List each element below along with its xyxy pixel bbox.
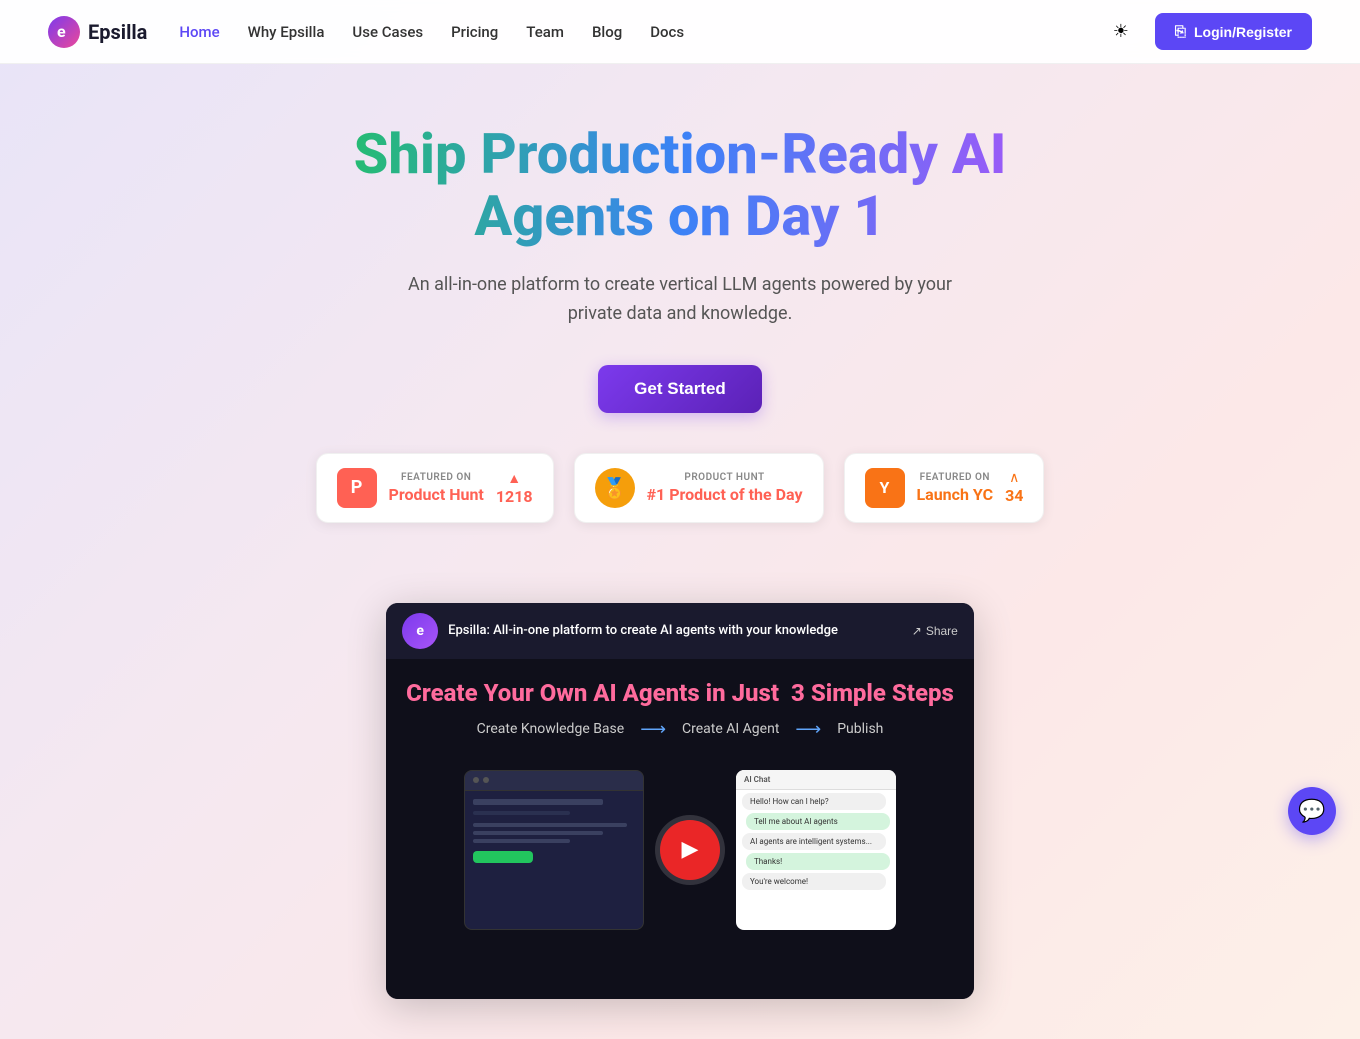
step1-arrow-icon: ⟶ — [640, 719, 666, 740]
video-section: e Epsilla: All-in-one platform to create… — [366, 603, 994, 999]
chat-messages: Hello! How can I help? Tell me about AI … — [736, 793, 896, 890]
step1-label: Create Knowledge Base — [477, 721, 625, 737]
mockup-bar-left — [465, 771, 643, 791]
chat-msg-3: AI agents are intelligent systems... — [742, 833, 886, 850]
pod-label-main: #1 Product of the Day — [647, 485, 803, 504]
nav-home[interactable]: Home — [179, 23, 219, 41]
navbar-right: ☀ ⎘ Login/Register — [1103, 13, 1312, 50]
hero-title: Ship Production-Ready AI Agents on Day 1 — [300, 124, 1060, 247]
navbar-left: e Epsilla Home Why Epsilla Use Cases Pri… — [48, 16, 684, 48]
login-label: Login/Register — [1194, 24, 1292, 40]
mock-line-3 — [473, 823, 627, 827]
badge-launch-yc[interactable]: Y FEATURED ON Launch YC ∧ 34 — [844, 453, 1045, 523]
mock-line-5 — [473, 839, 570, 843]
ph-letter: P — [351, 477, 363, 498]
dot1 — [473, 777, 479, 783]
yc-count: 34 — [1005, 486, 1023, 505]
play-button[interactable]: ▶ — [660, 820, 720, 880]
hero-section: Ship Production-Ready AI Agents on Day 1… — [0, 0, 1360, 1039]
nav-use-cases[interactable]: Use Cases — [352, 23, 423, 41]
badge-row: P FEATURED ON Product Hunt ▲ 1218 🏅 PROD… — [300, 453, 1060, 523]
chat-widget-icon: 💬 — [1298, 799, 1325, 824]
nav-pricing[interactable]: Pricing — [451, 23, 498, 41]
step2-arrow-icon: ⟶ — [795, 719, 821, 740]
chat-msg-5: You're welcome! — [742, 873, 886, 890]
yc-count-group: ∧ 34 — [1005, 470, 1023, 505]
video-header: e Epsilla: All-in-one platform to create… — [386, 603, 974, 659]
share-icon: ↗ — [912, 624, 922, 638]
pod-label-small: PRODUCT HUNT — [647, 472, 803, 483]
login-register-button[interactable]: ⎘ Login/Register — [1155, 13, 1312, 50]
yc-label-small: FEATURED ON — [917, 472, 994, 483]
video-title: Epsilla: All-in-one platform to create A… — [448, 623, 902, 638]
pod-text-group: PRODUCT HUNT #1 Product of the Day — [647, 472, 803, 504]
logo[interactable]: e Epsilla — [48, 16, 147, 48]
chat-header-text: AI Chat — [744, 775, 770, 784]
logo-icon: e — [48, 16, 80, 48]
ph-count-group: ▲ 1218 — [496, 470, 533, 506]
nav-links: Home Why Epsilla Use Cases Pricing Team … — [179, 23, 684, 41]
theme-toggle-button[interactable]: ☀ — [1103, 14, 1139, 50]
sun-icon: ☀ — [1113, 21, 1129, 42]
yc-arrow-icon: ∧ — [1009, 470, 1019, 486]
login-icon: ⎘ — [1175, 23, 1186, 40]
step3-label: Publish — [837, 721, 883, 737]
mock-btn — [473, 851, 533, 863]
badge-product-of-day[interactable]: 🏅 PRODUCT HUNT #1 Product of the Day — [574, 453, 824, 523]
step2-label: Create AI Agent — [682, 721, 779, 737]
channel-initial: e — [416, 623, 424, 639]
badge-product-hunt[interactable]: P FEATURED ON Product Hunt ▲ 1218 — [316, 453, 554, 523]
dot2 — [483, 777, 489, 783]
chat-msg-1: Hello! How can I help? — [742, 793, 886, 810]
mock-line-4 — [473, 831, 603, 835]
logo-text: Epsilla — [88, 20, 147, 44]
chat-header: AI Chat — [736, 770, 896, 790]
ph-label-small: FEATURED ON — [389, 472, 484, 483]
ph-label-main: Product Hunt — [389, 485, 484, 504]
mock-line-2 — [473, 811, 570, 815]
video-steps: Create Knowledge Base ⟶ Create AI Agent … — [477, 719, 884, 740]
mockup-form-screenshot — [464, 770, 644, 930]
chat-msg-2: Tell me about AI agents — [746, 813, 890, 830]
mockup-chat-screenshot: AI Chat Hello! How can I help? Tell me a… — [736, 770, 896, 930]
hero-subtitle: An all-in-one platform to create vertica… — [300, 271, 1060, 329]
navbar: e Epsilla Home Why Epsilla Use Cases Pri… — [0, 0, 1360, 64]
video-inner-text: Create Your Own AI Agents in Just — [406, 679, 779, 707]
yc-label-main: Launch YC — [917, 485, 994, 504]
video-player[interactable]: e Epsilla: All-in-one platform to create… — [386, 603, 974, 999]
ph-arrow-icon: ▲ — [507, 470, 521, 487]
video-inner-highlight: 3 Simple Steps — [791, 679, 954, 707]
yc-text-group: FEATURED ON Launch YC — [917, 472, 994, 504]
yc-letter: Y — [880, 478, 890, 497]
hero-content: Ship Production-Ready AI Agents on Day 1… — [280, 64, 1080, 603]
share-label: Share — [926, 624, 958, 638]
video-inner-title: Create Your Own AI Agents in Just 3 Simp… — [406, 679, 954, 707]
hero-subtitle-line2: private data and knowledge. — [568, 303, 793, 324]
nav-docs[interactable]: Docs — [650, 23, 684, 41]
product-hunt-icon: P — [337, 468, 377, 508]
chat-msg-4: Thanks! — [746, 853, 890, 870]
medal-icon: 🏅 — [595, 468, 635, 508]
yc-icon: Y — [865, 468, 905, 508]
svg-text:e: e — [57, 22, 66, 41]
mock-line-1 — [473, 799, 603, 805]
chat-widget-button[interactable]: 💬 — [1288, 787, 1336, 835]
video-body: Create Your Own AI Agents in Just 3 Simp… — [386, 659, 974, 999]
ph-text-group: FEATURED ON Product Hunt — [389, 472, 484, 504]
nav-why-epsilla[interactable]: Why Epsilla — [248, 23, 325, 41]
nav-team[interactable]: Team — [526, 23, 564, 41]
share-button[interactable]: ↗ Share — [912, 624, 958, 638]
hero-subtitle-line1: An all-in-one platform to create vertica… — [408, 274, 952, 295]
get-started-button[interactable]: Get Started — [598, 365, 762, 413]
nav-blog[interactable]: Blog — [592, 23, 622, 41]
video-mockup-area: ▶ AI Chat Hello! How can I help? Tell me… — [406, 760, 954, 930]
ph-count: 1218 — [496, 487, 533, 506]
channel-avatar: e — [402, 613, 438, 649]
